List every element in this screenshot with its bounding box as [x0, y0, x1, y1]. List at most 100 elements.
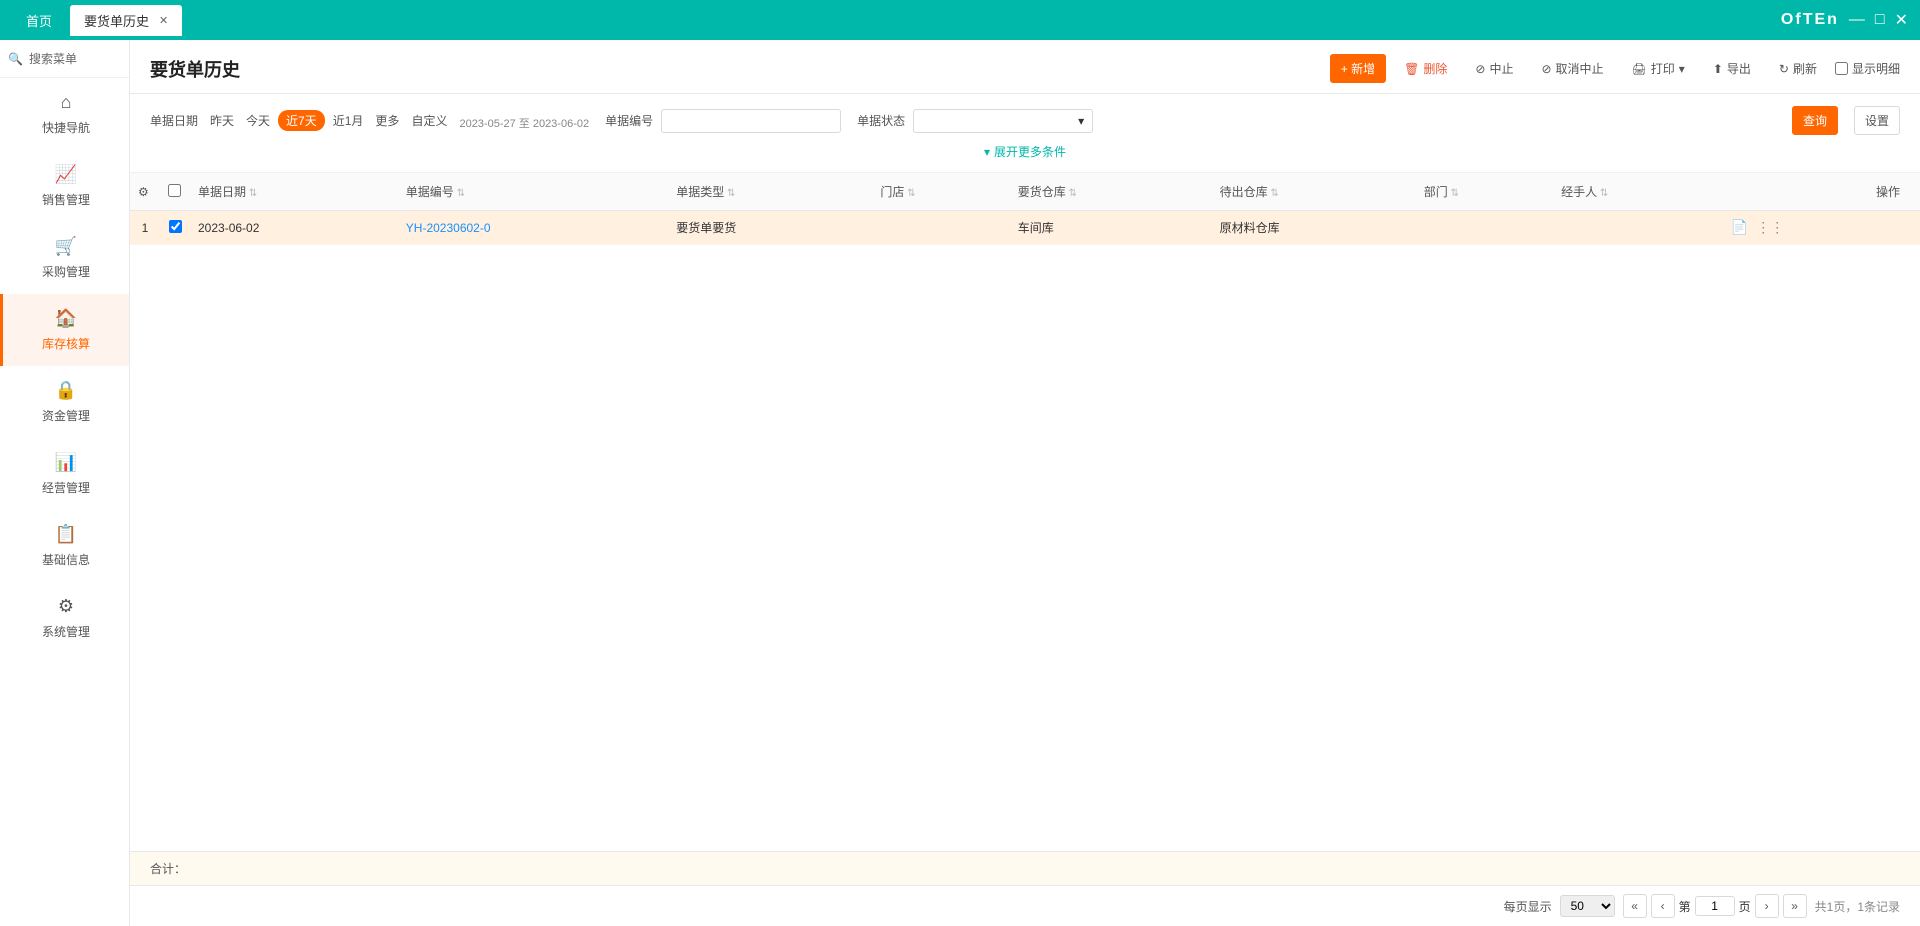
row-more-icon[interactable]: ⋮⋮ — [1756, 219, 1784, 236]
cart-icon: 🛒 — [55, 236, 77, 257]
new-button[interactable]: + 新增 — [1330, 54, 1386, 83]
sidebar-item-finance-label: 资金管理 — [42, 407, 90, 424]
page-title: 要货单历史 — [150, 56, 240, 92]
tab-home-label: 首页 — [26, 11, 52, 30]
delete-icon: 🗑 — [1404, 62, 1419, 76]
close-icon[interactable]: ✕ — [1895, 10, 1908, 30]
date-opt-more[interactable]: 更多 — [371, 110, 403, 131]
gear-settings-icon[interactable]: ⚙ — [138, 185, 149, 199]
col-handler[interactable]: 经手人 — [1553, 173, 1723, 211]
cancel-stop-label: 取消中止 — [1556, 60, 1604, 77]
date-opt-7days[interactable]: 近7天 — [278, 110, 325, 131]
page-input[interactable] — [1695, 896, 1735, 916]
delete-button-label: 删除 — [1423, 60, 1447, 77]
page-suffix: 页 — [1739, 898, 1751, 915]
stop-icon: ⊘ — [1475, 62, 1485, 76]
select-all-checkbox[interactable] — [168, 184, 181, 197]
filter-docno-label: 单据编号 — [605, 112, 653, 129]
first-page-button[interactable]: « — [1623, 894, 1647, 918]
col-store[interactable]: 门店 — [872, 173, 1009, 211]
tab-close-icon[interactable]: ✕ — [159, 14, 168, 27]
doc-icon: 📋 — [55, 524, 77, 545]
delete-button[interactable]: 🗑 删除 — [1394, 55, 1457, 82]
col-doc-date[interactable]: 单据日期 — [190, 173, 398, 211]
sidebar-item-sys-mgmt[interactable]: ⚙ 系统管理 — [0, 582, 129, 654]
display-detail-toggle[interactable]: 显示明细 — [1835, 60, 1900, 77]
print-button[interactable]: 🖨 打印 ▾ — [1622, 55, 1695, 82]
table-body: 1 2023-06-02 YH-20230602-0 要货单要货 车间库 原材料… — [130, 211, 1920, 245]
window-controls: OfTEn — □ ✕ — [1781, 10, 1908, 30]
table-row: 1 2023-06-02 YH-20230602-0 要货单要货 车间库 原材料… — [130, 211, 1920, 245]
per-page-select[interactable]: 10 20 50 100 — [1560, 895, 1615, 917]
col-gear[interactable]: ⚙ — [130, 173, 160, 211]
row-checkbox[interactable] — [169, 220, 182, 233]
sidebar-item-quick-nav-label: 快捷导航 — [42, 119, 90, 136]
sidebar-item-basic-info[interactable]: 📋 基础信息 — [0, 510, 129, 582]
cell-pending-warehouse: 原材料仓库 — [1212, 211, 1416, 245]
sidebar-item-inventory[interactable]: 🏠 库存核算 — [0, 294, 129, 366]
maximize-icon[interactable]: □ — [1875, 11, 1885, 29]
expand-row: ▾ 展开更多条件 — [150, 143, 1900, 160]
next-page-button[interactable]: › — [1755, 894, 1779, 918]
sidebar-item-quick-nav[interactable]: ⌂ 快捷导航 — [0, 78, 129, 150]
sidebar-item-purchase-mgmt[interactable]: 🛒 采购管理 — [0, 222, 129, 294]
tab-requisition-history[interactable]: 要货单历史 ✕ — [70, 5, 182, 36]
prev-page-button[interactable]: ‹ — [1651, 894, 1675, 918]
last-page-button[interactable]: » — [1783, 894, 1807, 918]
sidebar-item-purchase-label: 采购管理 — [42, 263, 90, 280]
data-table: ⚙ 单据日期 单据编号 单据类型 门店 要货仓库 待出仓库 部门 经手人 操 — [130, 173, 1920, 245]
filter-date-options: 昨天 今天 近7天 近1月 更多 自定义 — [206, 110, 451, 131]
filter-status-group: 单据状态 ▾ — [857, 109, 1093, 133]
page-prefix: 第 — [1679, 898, 1691, 915]
col-pending-warehouse[interactable]: 待出仓库 — [1212, 173, 1416, 211]
col-req-warehouse[interactable]: 要货仓库 — [1010, 173, 1212, 211]
search-icon: 🔍 — [8, 52, 23, 66]
refresh-button[interactable]: ↻ 刷新 — [1769, 55, 1827, 82]
stop-button[interactable]: ⊘ 中止 — [1465, 55, 1523, 82]
per-page-label: 每页显示 — [1504, 898, 1552, 915]
sidebar-item-ops[interactable]: 📊 经营管理 — [0, 438, 129, 510]
lock-icon: 🔒 — [55, 380, 77, 401]
sidebar-item-basic-label: 基础信息 — [42, 551, 90, 568]
table-container: ⚙ 单据日期 单据编号 单据类型 门店 要货仓库 待出仓库 部门 经手人 操 — [130, 173, 1920, 851]
date-opt-custom[interactable]: 自定义 — [407, 110, 451, 131]
export-button[interactable]: ⬆ 导出 — [1703, 55, 1761, 82]
tab-home[interactable]: 首页 — [12, 5, 66, 36]
query-button[interactable]: 查询 — [1792, 106, 1838, 135]
cancel-stop-icon: ⊘ — [1541, 62, 1551, 76]
date-opt-today[interactable]: 今天 — [242, 110, 274, 131]
filter-status-select[interactable]: ▾ — [913, 109, 1093, 133]
header-actions: + 新增 🗑 删除 ⊘ 中止 ⊘ 取消中止 🖨 打印 ▾ — [1330, 54, 1900, 93]
date-opt-yesterday[interactable]: 昨天 — [206, 110, 238, 131]
cell-doc-date: 2023-06-02 — [190, 211, 398, 245]
date-opt-1month[interactable]: 近1月 — [329, 110, 368, 131]
col-doc-no[interactable]: 单据编号 — [398, 173, 668, 211]
cell-req-warehouse: 车间库 — [1010, 211, 1212, 245]
sidebar-item-sales-mgmt[interactable]: 📈 销售管理 — [0, 150, 129, 222]
settings-button[interactable]: 设置 — [1854, 106, 1900, 135]
stop-button-label: 中止 — [1489, 60, 1513, 77]
home-icon: ⌂ — [61, 92, 72, 113]
col-department[interactable]: 部门 — [1416, 173, 1553, 211]
doc-no-link[interactable]: YH-20230602-0 — [406, 221, 491, 235]
refresh-icon: ↻ — [1779, 62, 1789, 76]
export-icon: ⬆ — [1713, 62, 1723, 76]
sidebar-item-finance[interactable]: 🔒 资金管理 — [0, 366, 129, 438]
cancel-stop-button[interactable]: ⊘ 取消中止 — [1531, 55, 1613, 82]
gear-icon: ⚙ — [58, 596, 74, 617]
filter-date-label: 单据日期 — [150, 112, 198, 129]
pagination-nav: « ‹ 第 页 › » — [1623, 894, 1807, 918]
expand-more-conditions[interactable]: ▾ 展开更多条件 — [984, 143, 1066, 160]
sidebar-search[interactable]: 🔍 搜索菜单 — [0, 40, 129, 78]
display-detail-checkbox[interactable] — [1835, 62, 1848, 75]
filter-docno-input[interactable] — [661, 109, 841, 133]
minimize-icon[interactable]: — — [1849, 11, 1865, 29]
row-edit-icon[interactable]: 📄 — [1731, 219, 1748, 236]
filter-date-range: 2023-05-27 至 2023-06-02 — [459, 118, 589, 130]
new-button-label: + 新增 — [1341, 60, 1375, 77]
total-info: 共1页，1条记录 — [1815, 898, 1900, 915]
col-doc-type[interactable]: 单据类型 — [668, 173, 872, 211]
sidebar: 🔍 搜索菜单 ⌂ 快捷导航 📈 销售管理 🛒 采购管理 🏠 库存核算 🔒 资金管… — [0, 40, 130, 926]
inventory-icon: 🏠 — [55, 308, 77, 329]
expand-label: 展开更多条件 — [994, 143, 1066, 160]
